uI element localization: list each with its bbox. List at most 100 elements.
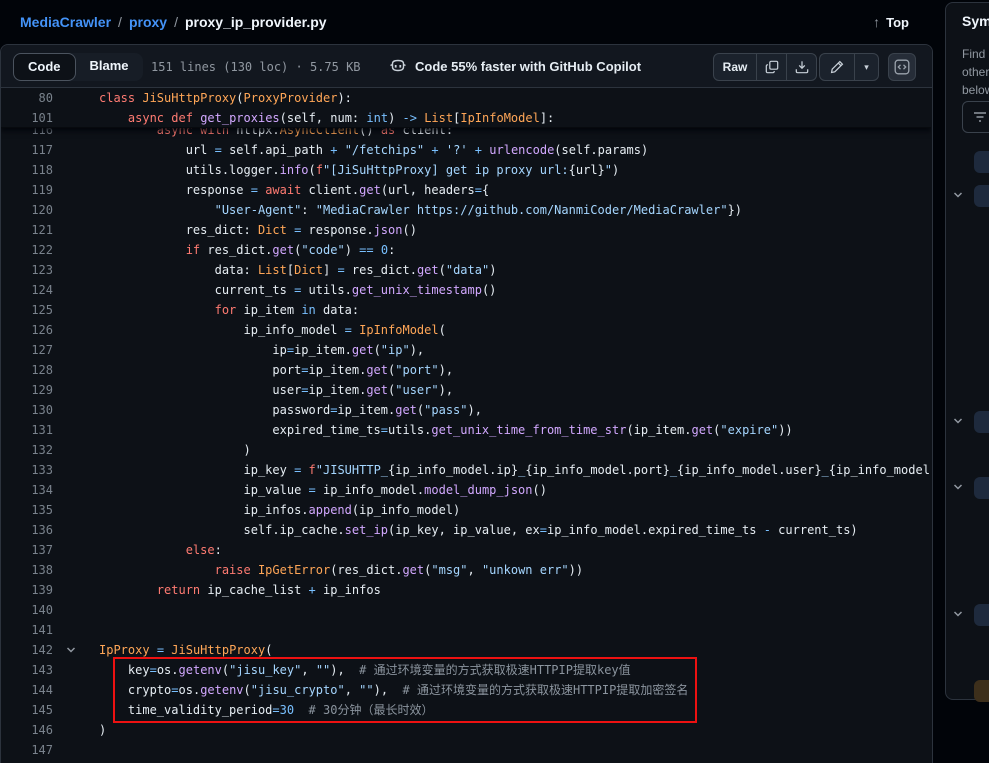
code-text: key=os.getenv("jisu_key", ""), # 通过环境变量的… bbox=[99, 660, 631, 680]
code-text: ) bbox=[99, 720, 106, 740]
code-line: 125 for ip_item in data: bbox=[1, 300, 931, 320]
chevron-down-icon[interactable] bbox=[952, 189, 966, 203]
code-text: else: bbox=[99, 540, 222, 560]
line-number[interactable]: 125 bbox=[1, 300, 53, 320]
edit-actions-group: ▾ bbox=[819, 53, 879, 81]
copilot-banner: Code 55% faster with GitHub Copilot bbox=[389, 45, 641, 88]
line-number[interactable]: 140 bbox=[1, 600, 53, 620]
line-number[interactable]: 134 bbox=[1, 480, 53, 500]
breadcrumb-folder-link[interactable]: proxy bbox=[129, 14, 167, 30]
code-text: response = await client.get(url, headers… bbox=[99, 180, 489, 200]
edit-dropdown-button[interactable]: ▾ bbox=[854, 54, 878, 80]
chevron-down-icon[interactable] bbox=[952, 415, 966, 429]
copy-raw-button[interactable] bbox=[756, 54, 786, 80]
line-number[interactable]: 143 bbox=[1, 660, 53, 680]
code-symbols-icon bbox=[894, 59, 910, 75]
line-number[interactable]: 118 bbox=[1, 160, 53, 180]
line-number[interactable]: 135 bbox=[1, 500, 53, 520]
line-number[interactable]: 147 bbox=[1, 740, 53, 760]
code-text: raise IpGetError(res_dict.get("msg", "un… bbox=[99, 560, 583, 580]
code-text: ip_key = f"JISUHTTP_{ip_info_model.ip}_{… bbox=[99, 460, 931, 480]
breadcrumb-repo-link[interactable]: MediaCrawler bbox=[20, 14, 111, 30]
code-text: ) bbox=[99, 440, 251, 460]
symbol-item[interactable] bbox=[974, 151, 989, 173]
code-line: 140 bbox=[1, 600, 931, 620]
code-line: 123 data: List[Dict] = res_dict.get("dat… bbox=[1, 260, 931, 280]
code-line: 118 utils.logger.info(f"[JiSuHttpProxy] … bbox=[1, 160, 931, 180]
edit-button[interactable] bbox=[820, 54, 854, 80]
line-number[interactable]: 127 bbox=[1, 340, 53, 360]
code-line: 131 expired_time_ts=utils.get_unix_time_… bbox=[1, 420, 931, 440]
symbol-item[interactable] bbox=[974, 477, 989, 499]
copilot-banner-text: Code 55% faster with GitHub Copilot bbox=[415, 59, 641, 74]
code-text: return ip_cache_list + ip_infos bbox=[99, 580, 381, 600]
code-text: user=ip_item.get("user"), bbox=[99, 380, 453, 400]
raw-button[interactable]: Raw bbox=[714, 54, 756, 80]
line-number[interactable]: 144 bbox=[1, 680, 53, 700]
symbols-filter-field[interactable] bbox=[962, 101, 989, 133]
code-area: 116 async with httpx.AsyncClient() as cl… bbox=[1, 88, 931, 763]
code-line: 119 response = await client.get(url, hea… bbox=[1, 180, 931, 200]
line-number[interactable]: 133 bbox=[1, 460, 53, 480]
line-number[interactable]: 137 bbox=[1, 540, 53, 560]
filter-icon bbox=[972, 109, 988, 125]
line-number[interactable]: 122 bbox=[1, 240, 53, 260]
code-line: 121 res_dict: Dict = response.json() bbox=[1, 220, 931, 240]
line-number[interactable]: 146 bbox=[1, 720, 53, 740]
line-number[interactable]: 130 bbox=[1, 400, 53, 420]
download-icon bbox=[795, 60, 809, 74]
line-number[interactable]: 119 bbox=[1, 180, 53, 200]
tab-blame[interactable]: Blame bbox=[76, 53, 143, 81]
copy-icon bbox=[765, 60, 779, 74]
code-line: 126 ip_info_model = IpInfoModel( bbox=[1, 320, 931, 340]
line-number[interactable]: 120 bbox=[1, 200, 53, 220]
line-number[interactable]: 123 bbox=[1, 260, 53, 280]
arrow-up-icon: ↑ bbox=[873, 14, 880, 30]
code-blame-tabs: Code Blame bbox=[13, 53, 143, 81]
chevron-down-icon[interactable] bbox=[952, 608, 966, 622]
line-number[interactable]: 80 bbox=[1, 88, 53, 108]
code-line: 117 url = self.api_path + "/fetchips" + … bbox=[1, 140, 931, 160]
line-number[interactable]: 101 bbox=[1, 108, 53, 128]
symbols-toggle-button[interactable] bbox=[888, 53, 916, 81]
code-line: 128 port=ip_item.get("port"), bbox=[1, 360, 931, 380]
code-text: time_validity_period=30 # 30分钟（最长时效） bbox=[99, 700, 433, 720]
line-number[interactable]: 117 bbox=[1, 140, 53, 160]
code-line: 144 crypto=os.getenv("jisu_crypto", ""),… bbox=[1, 680, 931, 700]
chevron-down-icon[interactable] bbox=[952, 481, 966, 495]
breadcrumb-file-name: proxy_ip_provider.py bbox=[185, 14, 327, 30]
tab-code[interactable]: Code bbox=[13, 53, 76, 81]
code-line: 136 self.ip_cache.set_ip(ip_key, ip_valu… bbox=[1, 520, 931, 540]
line-number[interactable]: 138 bbox=[1, 560, 53, 580]
code-text: for ip_item in data: bbox=[99, 300, 359, 320]
symbol-item[interactable] bbox=[974, 411, 989, 433]
code-text: data: List[Dict] = res_dict.get("data") bbox=[99, 260, 496, 280]
line-number[interactable]: 142 bbox=[1, 640, 53, 660]
line-number[interactable]: 121 bbox=[1, 220, 53, 240]
line-number[interactable]: 124 bbox=[1, 280, 53, 300]
copilot-icon bbox=[389, 59, 407, 75]
code-text: utils.logger.info(f"[JiSuHttpProxy] get … bbox=[99, 160, 619, 180]
line-number[interactable]: 141 bbox=[1, 620, 53, 640]
scroll-top-button[interactable]: ↑ Top bbox=[873, 14, 909, 30]
line-number[interactable]: 131 bbox=[1, 420, 53, 440]
collapse-chevron-icon[interactable] bbox=[65, 644, 77, 656]
code-line: 132 ) bbox=[1, 440, 931, 460]
line-number[interactable]: 132 bbox=[1, 440, 53, 460]
line-number[interactable]: 139 bbox=[1, 580, 53, 600]
symbol-item[interactable] bbox=[974, 604, 989, 626]
code-line: 138 raise IpGetError(res_dict.get("msg",… bbox=[1, 560, 931, 580]
line-number[interactable]: 126 bbox=[1, 320, 53, 340]
line-number[interactable]: 129 bbox=[1, 380, 53, 400]
line-number[interactable]: 128 bbox=[1, 360, 53, 380]
line-number[interactable]: 145 bbox=[1, 700, 53, 720]
download-button[interactable] bbox=[786, 54, 816, 80]
code-text: if res_dict.get("code") == 0: bbox=[99, 240, 395, 260]
symbol-item[interactable] bbox=[974, 185, 989, 207]
code-line: 147 bbox=[1, 740, 931, 760]
symbol-item[interactable] bbox=[974, 680, 989, 702]
code-text: ip=ip_item.get("ip"), bbox=[99, 340, 424, 360]
line-number[interactable]: 136 bbox=[1, 520, 53, 540]
code-text: async def get_proxies(self, num: int) ->… bbox=[99, 108, 554, 128]
chevron-down-icon: ▾ bbox=[864, 62, 869, 73]
